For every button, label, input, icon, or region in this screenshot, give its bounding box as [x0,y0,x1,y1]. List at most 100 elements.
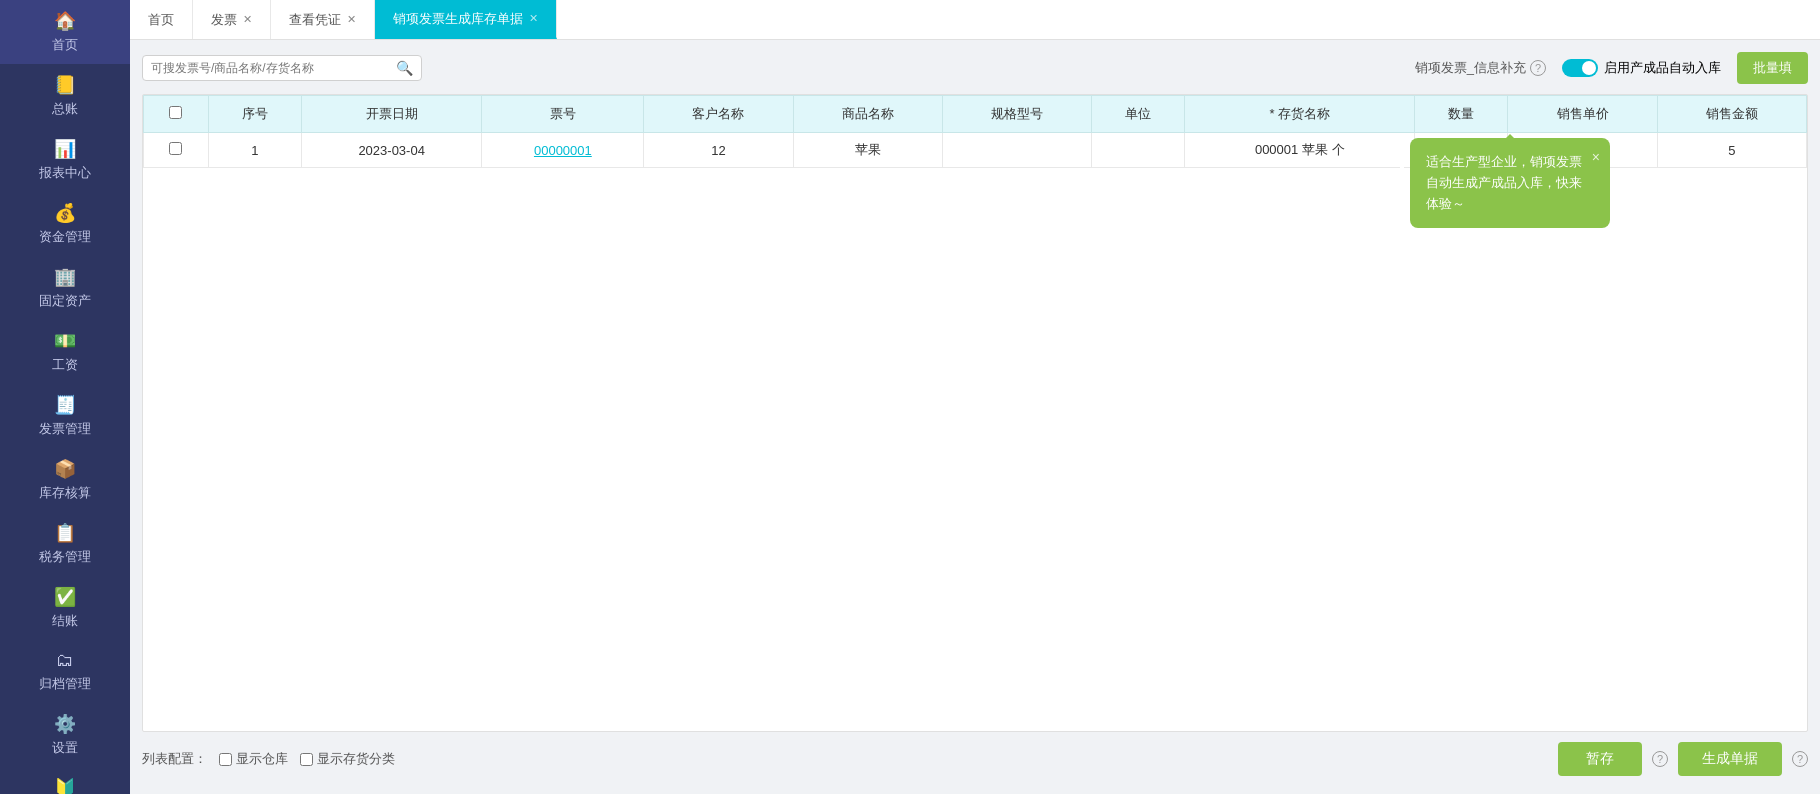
show-warehouse-input[interactable] [219,753,232,766]
inventory-icon: 📦 [54,458,76,480]
col-customer: 客户名称 [644,96,793,133]
toggle-switch[interactable]: 启用产成品自动入库 [1562,59,1721,77]
tab-invoice[interactable]: 发票 ✕ [193,0,271,39]
sidebar-item-invoice-mgmt-label: 发票管理 [39,420,91,438]
row-spec [942,133,1091,168]
tab-bar: 首页 发票 ✕ 查看凭证 ✕ 销项发票生成库存单据 ✕ [130,0,1820,40]
row-customer: 12 [644,133,793,168]
row-seq: 1 [208,133,301,168]
sidebar-item-fixed-assets[interactable]: 🏢 固定资产 [0,256,130,320]
sidebar-item-inventory[interactable]: 📦 库存核算 [0,448,130,512]
tab-view-voucher-close[interactable]: ✕ [347,13,356,26]
sidebar-item-closing-label: 结账 [52,612,78,630]
toggle-track[interactable] [1562,59,1598,77]
fixed-assets-icon: 🏢 [54,266,76,288]
sidebar-item-settings-label: 设置 [52,739,78,757]
ledger-icon: 📒 [54,74,76,96]
sidebar-item-funds[interactable]: 💰 资金管理 [0,192,130,256]
sidebar-item-home-label: 首页 [52,36,78,54]
tooltip-text: 适合生产型企业，销项发票自动生成产成品入库，快来体验～ [1426,154,1582,211]
bottom-actions: 暂存 ? 生成单据 ? [1558,742,1808,776]
col-unit-price: 销售单价 [1508,96,1657,133]
tax-icon: 📋 [54,522,76,544]
col-unit: 单位 [1091,96,1184,133]
search-input[interactable] [151,61,390,75]
col-seq: 序号 [208,96,301,133]
show-warehouse-checkbox[interactable]: 显示仓库 [219,750,288,768]
sidebar-item-tax-label: 税务管理 [39,548,91,566]
sidebar-item-home[interactable]: 🏠 首页 [0,0,130,64]
row-inventory: 000001 苹果 个 [1184,133,1415,168]
settings-icon: ⚙️ [54,713,76,735]
tab-home-label: 首页 [148,11,174,29]
col-spec: 规格型号 [942,96,1091,133]
sidebar-item-archive-label: 归档管理 [39,675,91,693]
row-select-checkbox[interactable] [169,142,182,155]
sidebar-item-reports[interactable]: 📊 报表中心 [0,128,130,192]
payroll-icon: 💵 [54,330,76,352]
sidebar-item-reports-label: 报表中心 [39,164,91,182]
tooltip-bubble: × 适合生产型企业，销项发票自动生成产成品入库，快来体验～ [1410,138,1610,228]
sidebar-item-funds-label: 资金管理 [39,228,91,246]
show-category-label: 显示存货分类 [317,750,395,768]
row-checkbox [144,133,209,168]
col-qty: 数量 [1415,96,1508,133]
bottom-bar: 列表配置： 显示仓库 显示存货分类 暂存 ? 生成单据 ? [142,732,1808,782]
row-amount: 5 [1657,133,1806,168]
closing-icon: ✅ [54,586,76,608]
tab-cancel-invoice[interactable]: 销项发票生成库存单据 ✕ [375,0,557,39]
sidebar-item-payroll-label: 工资 [52,356,78,374]
sidebar-item-invoice-mgmt[interactable]: 🧾 发票管理 [0,384,130,448]
show-warehouse-label: 显示仓库 [236,750,288,768]
main-area: 首页 发票 ✕ 查看凭证 ✕ 销项发票生成库存单据 ✕ 🔍 销项发票_信息补充 … [130,0,1820,794]
tab-view-voucher-label: 查看凭证 [289,11,341,29]
toggle-thumb [1582,61,1596,75]
sidebar-item-payroll[interactable]: 💵 工资 [0,320,130,384]
tab-cancel-invoice-label: 销项发票生成库存单据 [393,10,523,28]
sidebar-item-tax[interactable]: 📋 税务管理 [0,512,130,576]
row-number[interactable]: 00000001 [482,133,644,168]
funds-icon: 💰 [54,202,76,224]
tooltip-close-button[interactable]: × [1592,146,1600,168]
tab-home[interactable]: 首页 [130,0,193,39]
col-amount: 销售金额 [1657,96,1806,133]
col-date: 开票日期 [301,96,482,133]
save-button[interactable]: 暂存 [1558,742,1642,776]
tab-view-voucher[interactable]: 查看凭证 ✕ [271,0,375,39]
sidebar-item-ledger[interactable]: 📒 总账 [0,64,130,128]
show-category-input[interactable] [300,753,313,766]
sidebar-item-closing[interactable]: ✅ 结账 [0,576,130,640]
info-label-text: 销项发票_信息补充 [1415,59,1526,77]
toolbar-row: 🔍 销项发票_信息补充 ? 启用产成品自动入库 批量填 [142,52,1808,84]
sidebar: 🏠 首页 📒 总账 📊 报表中心 💰 资金管理 🏢 固定资产 💵 工资 🧾 发票… [0,0,130,794]
col-checkbox [144,96,209,133]
row-date: 2023-03-04 [301,133,482,168]
show-category-checkbox[interactable]: 显示存货分类 [300,750,395,768]
select-all-checkbox[interactable] [169,106,182,119]
row-unit [1091,133,1184,168]
search-box[interactable]: 🔍 [142,55,422,81]
generate-help-icon[interactable]: ? [1792,751,1808,767]
batch-fill-button[interactable]: 批量填 [1737,52,1808,84]
tooltip-cursor-bar [1400,154,1404,174]
sidebar-item-archive[interactable]: 🗂 归档管理 [0,640,130,703]
tab-cancel-invoice-close[interactable]: ✕ [529,12,538,25]
tab-invoice-label: 发票 [211,11,237,29]
col-goods: 商品名称 [793,96,942,133]
generate-button[interactable]: 生成单据 [1678,742,1782,776]
list-config: 列表配置： 显示仓库 显示存货分类 [142,750,395,768]
archive-icon: 🗂 [56,650,74,671]
sidebar-item-ledger-label: 总账 [52,100,78,118]
table-header-row: 序号 开票日期 票号 客户名称 商品名称 规格型号 单位 * 存货名称 数量 销… [144,96,1807,133]
sidebar-item-guide[interactable]: 🔰 新手引导 [0,767,130,794]
save-help-icon[interactable]: ? [1652,751,1668,767]
sidebar-item-settings[interactable]: ⚙️ 设置 [0,703,130,767]
tab-invoice-close[interactable]: ✕ [243,13,252,26]
info-help-icon[interactable]: ? [1530,60,1546,76]
toggle-label: 启用产成品自动入库 [1604,59,1721,77]
search-icon[interactable]: 🔍 [396,60,413,76]
list-config-label: 列表配置： [142,750,207,768]
row-number-link[interactable]: 00000001 [534,143,592,158]
home-icon: 🏠 [54,10,76,32]
info-label: 销项发票_信息补充 ? [1415,59,1546,77]
